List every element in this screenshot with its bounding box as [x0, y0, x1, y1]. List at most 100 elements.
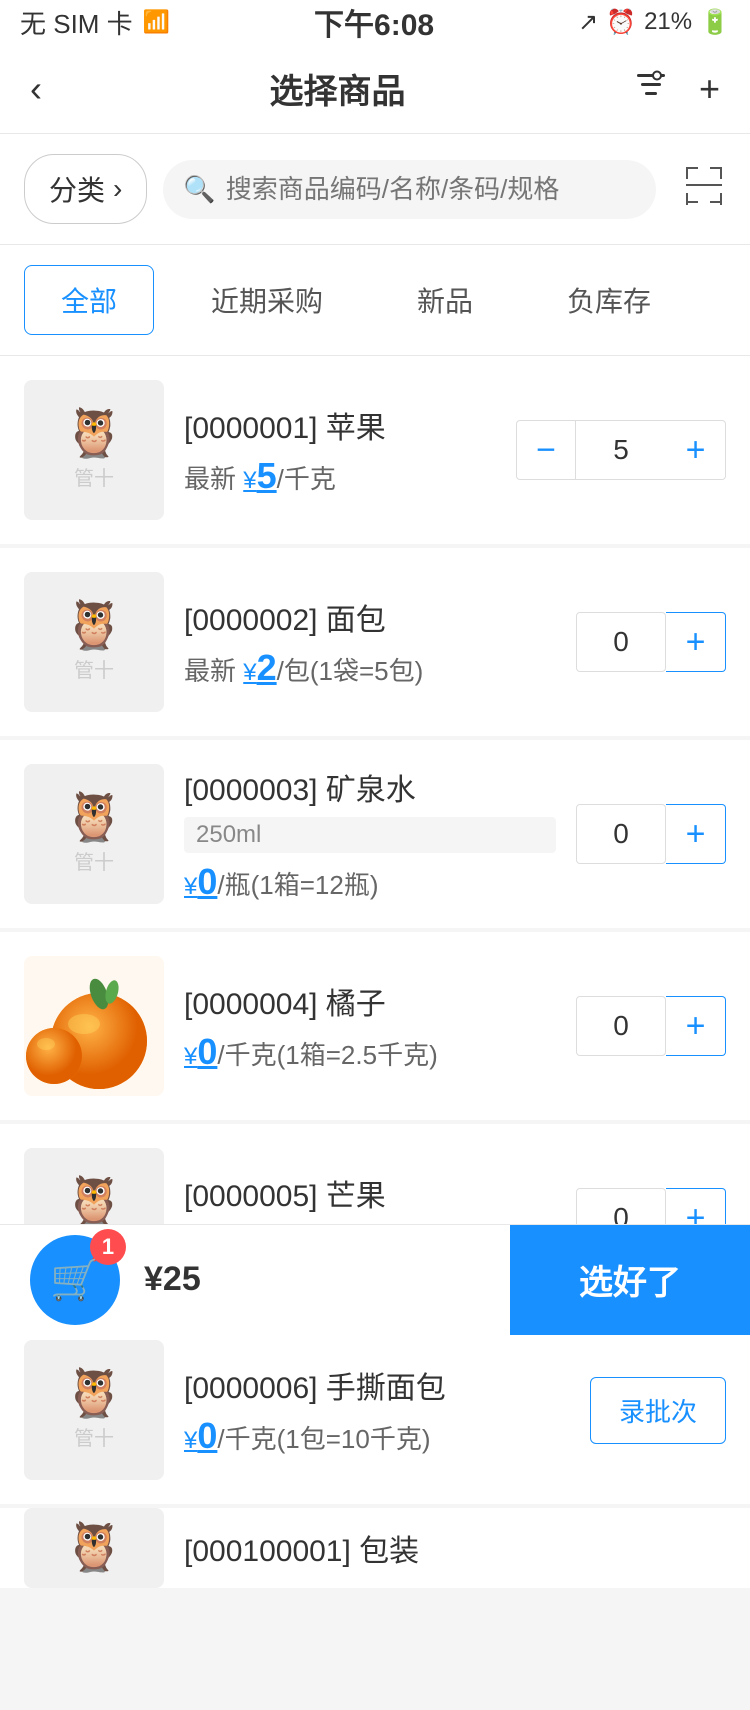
product-price: ¥0/千克(1箱=2.5千克) — [184, 1031, 556, 1073]
confirm-button[interactable]: 选好了 — [510, 1225, 750, 1335]
price-unit: /千克 — [217, 1040, 276, 1070]
product-name: [000100001] 包装 — [184, 1526, 726, 1570]
product-image-0000004 — [24, 956, 164, 1096]
price-prefix: 最新 — [184, 656, 243, 686]
tab-negative[interactable]: 负库存 — [530, 265, 688, 335]
product-name: [0000006] 手撕面包 — [184, 1363, 570, 1407]
back-button[interactable]: ‹ — [30, 68, 42, 110]
price-note: (1箱=2.5千克) — [277, 1040, 438, 1070]
category-chevron-icon: › — [113, 173, 122, 205]
price-prefix: 最新 — [184, 464, 243, 494]
price-value: 0 — [197, 861, 217, 902]
product-price: ¥0/千克(1包=10千克) — [184, 1415, 570, 1457]
nav-actions: + — [633, 66, 720, 111]
status-left: 无 SIM 卡 📶 — [20, 4, 170, 41]
product-image-partial: 🦉 — [24, 1508, 164, 1588]
search-input[interactable] — [226, 174, 636, 205]
status-bar: 无 SIM 卡 📶 下午6:08 ↗ ⏰ 21% 🔋 — [0, 0, 750, 44]
owl-text: 管十 — [74, 462, 114, 491]
price-currency: ¥ — [184, 873, 197, 900]
qty-input[interactable] — [576, 804, 666, 864]
status-right: ↗ ⏰ 21% 🔋 — [578, 8, 730, 37]
price-note: (1袋=5包) — [310, 656, 423, 686]
owl-text: 管十 — [74, 1422, 114, 1451]
tab-all[interactable]: 全部 — [24, 265, 154, 335]
status-time: 下午6:08 — [314, 0, 434, 44]
search-box: 🔍 — [163, 160, 656, 219]
product-price: ¥0/瓶(1箱=12瓶) — [184, 861, 556, 903]
list-item: 🦉 管十 [0000006] 手撕面包 ¥0/千克(1包=10千克) 录批次 — [0, 1316, 750, 1504]
price-unit: /千克 — [277, 464, 336, 494]
price-note: (1箱=12瓶) — [251, 870, 379, 900]
cart-section: 🛒 1 ¥25 — [0, 1235, 231, 1325]
product-info-0000002: [0000002] 面包 最新 ¥2/包(1袋=5包) — [184, 595, 556, 689]
product-controls-0000002: + — [576, 612, 726, 672]
product-name: [0000002] 面包 — [184, 595, 556, 639]
qty-input[interactable] — [576, 420, 666, 480]
alarm-icon: ⏰ — [606, 8, 636, 37]
batch-button[interactable]: 录批次 — [590, 1377, 726, 1444]
product-image-0000001: 🦉 管十 — [24, 380, 164, 520]
qty-plus-button[interactable]: + — [666, 996, 726, 1056]
list-item: 🦉 [000100001] 包装 — [0, 1508, 750, 1588]
owl-icon: 🦉 — [64, 602, 124, 650]
carrier-text: 无 SIM 卡 — [20, 4, 133, 41]
price-currency: ¥ — [243, 659, 256, 686]
product-image-0000003: 🦉 管十 — [24, 764, 164, 904]
product-info-0000003: [0000003] 矿泉水 250ml ¥0/瓶(1箱=12瓶) — [184, 765, 556, 903]
qty-input[interactable] — [576, 612, 666, 672]
category-button[interactable]: 分类 › — [24, 154, 147, 224]
product-controls-0000003: + — [576, 804, 726, 864]
cart-icon: 🛒 — [50, 1256, 100, 1303]
owl-icon: 🦉 — [64, 410, 124, 458]
page-title: 选择商品 — [269, 64, 405, 113]
cart-button[interactable]: 🛒 1 — [30, 1235, 120, 1325]
search-icon: 🔍 — [183, 174, 215, 205]
product-name: [0000005] 芒果 — [184, 1171, 556, 1215]
product-image-0000002: 🦉 管十 — [24, 572, 164, 712]
owl-icon: 🦉 — [64, 1524, 124, 1572]
product-name: [0000001] 苹果 — [184, 403, 496, 447]
qty-plus-button[interactable]: + — [666, 804, 726, 864]
price-value: 5 — [257, 455, 277, 496]
product-list: 🦉 管十 [0000001] 苹果 最新 ¥5/千克 − + 🦉 管十 [000… — [0, 356, 750, 1710]
product-controls-0000004: + — [576, 996, 726, 1056]
scan-button[interactable] — [682, 163, 726, 216]
price-currency: ¥ — [184, 1427, 197, 1454]
product-spec: 250ml — [184, 817, 556, 853]
list-item: 🦉 管十 [0000001] 苹果 最新 ¥5/千克 − + — [0, 356, 750, 544]
price-unit: /瓶 — [217, 870, 250, 900]
tab-recent[interactable]: 近期采购 — [174, 265, 360, 335]
battery-icon: 🔋 — [700, 8, 730, 37]
owl-icon: 🦉 — [64, 794, 124, 842]
list-item: 🦉 管十 [0000003] 矿泉水 250ml ¥0/瓶(1箱=12瓶) + — [0, 740, 750, 928]
list-item: [0000004] 橘子 ¥0/千克(1箱=2.5千克) + — [0, 932, 750, 1120]
add-button[interactable]: + — [699, 68, 720, 110]
owl-icon: 🦉 — [64, 1178, 124, 1226]
filter-search-bar: 分类 › 🔍 — [0, 134, 750, 245]
product-info-0000006: [0000006] 手撕面包 ¥0/千克(1包=10千克) — [184, 1363, 570, 1457]
qty-input[interactable] — [576, 996, 666, 1056]
product-name: [0000004] 橘子 — [184, 979, 556, 1023]
owl-icon: 🦉 — [64, 1370, 124, 1418]
qty-plus-button[interactable]: + — [666, 420, 726, 480]
nav-bar: ‹ 选择商品 + — [0, 44, 750, 134]
bottom-bar: 🛒 1 ¥25 选好了 — [0, 1224, 750, 1334]
product-info-partial: [000100001] 包装 — [184, 1526, 726, 1570]
category-label: 分类 — [49, 169, 105, 209]
filter-icon[interactable] — [633, 66, 669, 111]
product-price: 最新 ¥5/千克 — [184, 455, 496, 497]
qty-minus-button[interactable]: − — [516, 420, 576, 480]
product-price: 最新 ¥2/包(1袋=5包) — [184, 647, 556, 689]
wifi-icon: 📶 — [143, 9, 170, 35]
list-item: 🦉 管十 [0000002] 面包 最新 ¥2/包(1袋=5包) + — [0, 548, 750, 736]
cart-total: ¥25 — [144, 1260, 201, 1299]
tab-new[interactable]: 新品 — [380, 265, 510, 335]
price-value: 2 — [257, 647, 277, 688]
cart-badge: 1 — [90, 1229, 126, 1265]
price-currency: ¥ — [243, 467, 256, 494]
product-image-0000006: 🦉 管十 — [24, 1340, 164, 1480]
product-info-0000001: [0000001] 苹果 最新 ¥5/千克 — [184, 403, 496, 497]
qty-plus-button[interactable]: + — [666, 612, 726, 672]
product-info-0000004: [0000004] 橘子 ¥0/千克(1箱=2.5千克) — [184, 979, 556, 1073]
